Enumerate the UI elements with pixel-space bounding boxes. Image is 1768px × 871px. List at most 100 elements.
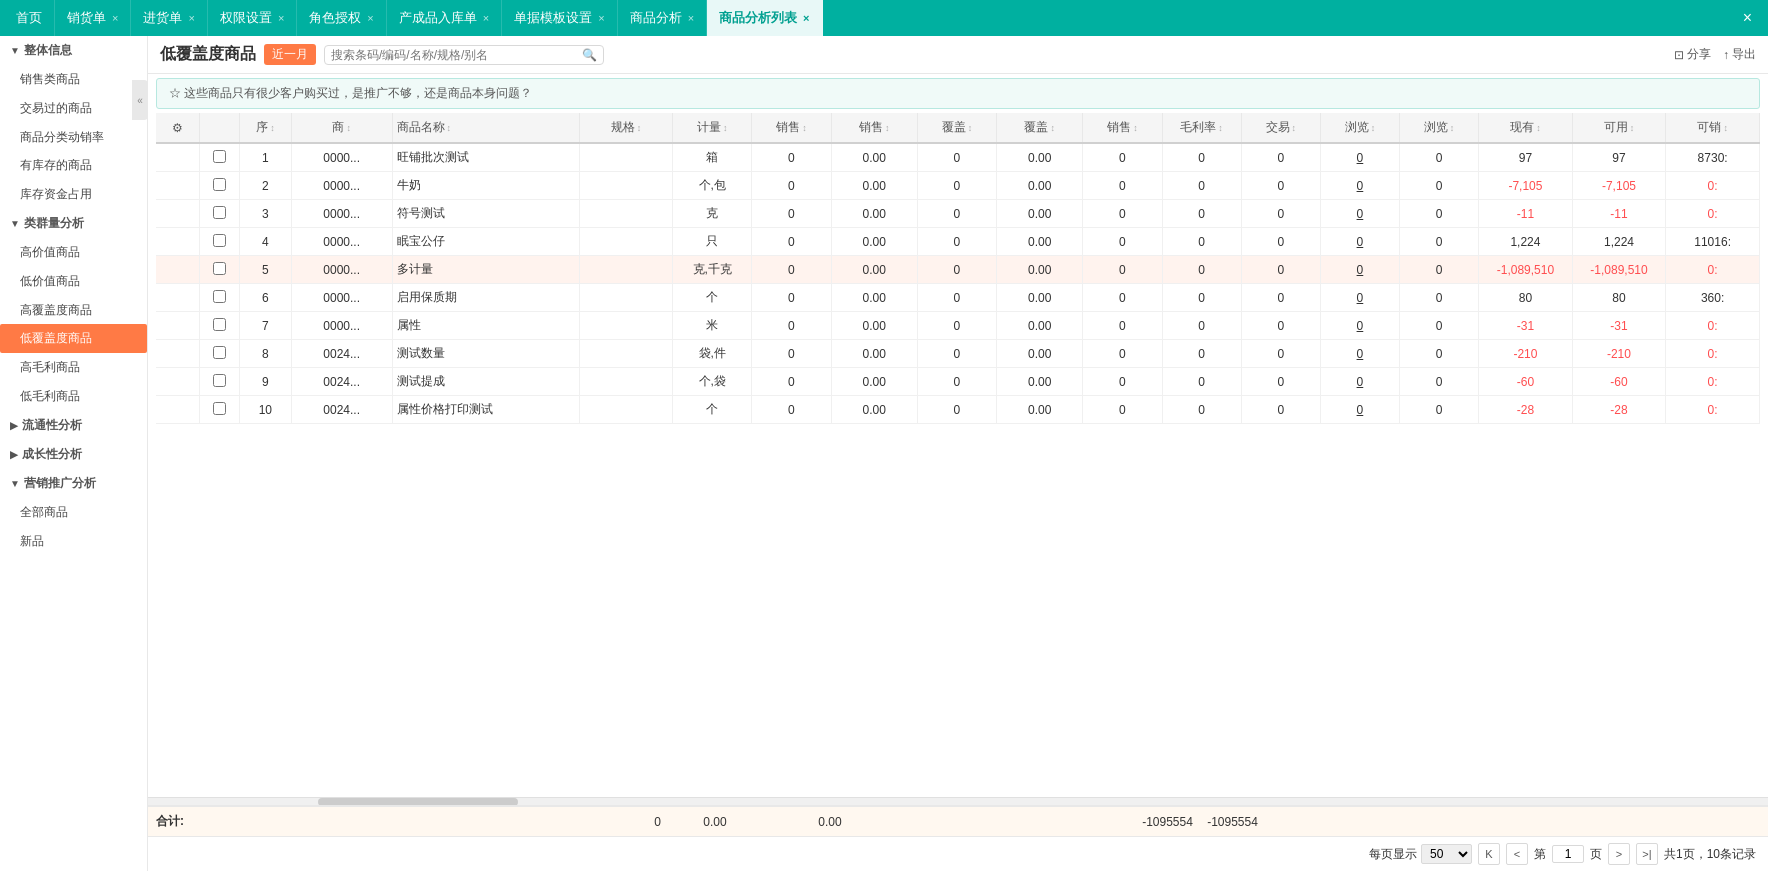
sidebar-section-growth[interactable]: ▶ 成长性分析 bbox=[0, 440, 147, 469]
cell-browse1[interactable]: 0 bbox=[1320, 396, 1399, 424]
nav-tab-template[interactable]: 单据模板设置 × bbox=[502, 0, 617, 36]
cell-code: 0000... bbox=[291, 228, 392, 256]
cell-sellable: 11016: bbox=[1666, 228, 1760, 256]
cell-browse2: 0 bbox=[1400, 396, 1479, 424]
nav-tab-role-close[interactable]: × bbox=[367, 12, 373, 24]
sidebar-item-low-coverage[interactable]: 低覆盖度商品 bbox=[0, 324, 147, 353]
close-all-button[interactable]: × bbox=[1731, 9, 1764, 27]
sidebar-item-low-value[interactable]: 低价值商品 bbox=[0, 267, 147, 296]
sidebar-item-capital[interactable]: 库存资金占用 bbox=[0, 180, 147, 209]
sidebar-section-overall[interactable]: ▼ 整体信息 bbox=[0, 36, 147, 65]
cell-settings bbox=[156, 172, 199, 200]
cell-checkbox[interactable] bbox=[199, 396, 239, 424]
cell-available: -7,105 bbox=[1572, 172, 1666, 200]
sidebar-item-high-value[interactable]: 高价值商品 bbox=[0, 238, 147, 267]
export-button[interactable]: ↑ 导出 bbox=[1723, 46, 1756, 63]
sidebar-section-cluster[interactable]: ▼ 类群量分析 bbox=[0, 209, 147, 238]
search-icon[interactable]: 🔍 bbox=[582, 48, 597, 62]
page-input[interactable] bbox=[1552, 845, 1584, 863]
nav-tab-production-close[interactable]: × bbox=[483, 12, 489, 24]
cell-browse1[interactable]: 0 bbox=[1320, 368, 1399, 396]
nav-tab-sales[interactable]: 销货单 × bbox=[55, 0, 131, 36]
last-page-button[interactable]: >| bbox=[1636, 843, 1658, 865]
sidebar-item-low-margin[interactable]: 低毛利商品 bbox=[0, 382, 147, 411]
page-size-dropdown[interactable]: 50 20 100 bbox=[1421, 844, 1472, 864]
share-button[interactable]: ⊡ 分享 bbox=[1674, 46, 1711, 63]
sidebar-collapse-btn[interactable]: « bbox=[132, 80, 148, 120]
cell-browse1[interactable]: 0 bbox=[1320, 256, 1399, 284]
cell-coverage2: 0.00 bbox=[997, 312, 1083, 340]
sidebar-item-in-stock[interactable]: 有库存的商品 bbox=[0, 151, 147, 180]
cell-sales-amt: 0.00 bbox=[831, 172, 917, 200]
nav-tab-permission[interactable]: 权限设置 × bbox=[208, 0, 297, 36]
nav-tab-role[interactable]: 角色授权 × bbox=[297, 0, 386, 36]
cell-checkbox[interactable] bbox=[199, 368, 239, 396]
prev-page-button[interactable]: < bbox=[1506, 843, 1528, 865]
sidebar-section-flow[interactable]: ▶ 流通性分析 bbox=[0, 411, 147, 440]
nav-tab-purchase[interactable]: 进货单 × bbox=[131, 0, 207, 36]
cell-checkbox[interactable] bbox=[199, 228, 239, 256]
cell-coverage1: 0 bbox=[917, 312, 996, 340]
cell-checkbox[interactable] bbox=[199, 284, 239, 312]
cell-code: 0000... bbox=[291, 312, 392, 340]
cell-sales2: 0 bbox=[1083, 228, 1162, 256]
cell-sellable: 0: bbox=[1666, 172, 1760, 200]
cell-browse1[interactable]: 0 bbox=[1320, 312, 1399, 340]
nav-tab-analysis[interactable]: 商品分析 × bbox=[618, 0, 707, 36]
col-sellable: 可销↕ bbox=[1666, 113, 1760, 143]
cell-browse1[interactable]: 0 bbox=[1320, 284, 1399, 312]
sidebar-item-high-margin[interactable]: 高毛利商品 bbox=[0, 353, 147, 382]
sidebar-item-all-goods[interactable]: 全部商品 bbox=[0, 498, 147, 527]
cell-browse1[interactable]: 0 bbox=[1320, 172, 1399, 200]
section-marketing-arrow: ▼ bbox=[10, 478, 20, 489]
cell-browse1[interactable]: 0 bbox=[1320, 340, 1399, 368]
cell-checkbox[interactable] bbox=[199, 340, 239, 368]
cell-trade: 0 bbox=[1241, 340, 1320, 368]
next-page-button[interactable]: > bbox=[1608, 843, 1630, 865]
nav-tab-sales-close[interactable]: × bbox=[112, 12, 118, 24]
cell-trade: 0 bbox=[1241, 368, 1320, 396]
info-banner: ☆ 这些商品只有很少客户购买过，是推广不够，还是商品本身问题？ bbox=[156, 78, 1760, 109]
col-available: 可用↕ bbox=[1572, 113, 1666, 143]
sidebar-item-sales-goods[interactable]: 销售类商品 bbox=[0, 65, 147, 94]
nav-tab-permission-close[interactable]: × bbox=[278, 12, 284, 24]
nav-tab-home[interactable]: 首页 bbox=[4, 0, 55, 36]
search-input[interactable] bbox=[331, 48, 578, 62]
period-button[interactable]: 近一月 bbox=[264, 44, 316, 65]
cell-current: 1,224 bbox=[1479, 228, 1573, 256]
data-table: ⚙ 序↕ 商↕ 商品名称↕ 规格↕ 计量↕ 销售↕ 销售↕ 覆盖↕ 覆盖↕ 销售… bbox=[156, 113, 1760, 424]
nav-tab-analysis-list-close[interactable]: × bbox=[803, 12, 809, 24]
cell-browse1[interactable]: 0 bbox=[1320, 228, 1399, 256]
cell-unit: 袋,件 bbox=[673, 340, 752, 368]
cell-checkbox[interactable] bbox=[199, 256, 239, 284]
nav-tab-analysis-close[interactable]: × bbox=[688, 12, 694, 24]
page-title: 低覆盖度商品 bbox=[160, 44, 256, 65]
cell-trade: 0 bbox=[1241, 143, 1320, 172]
sidebar-item-traded-goods[interactable]: 交易过的商品 bbox=[0, 94, 147, 123]
horizontal-scrollbar[interactable] bbox=[148, 797, 1768, 805]
nav-tab-production[interactable]: 产成品入库单 × bbox=[387, 0, 502, 36]
sidebar-item-category-rate[interactable]: 商品分类动销率 bbox=[0, 123, 147, 152]
nav-tab-template-close[interactable]: × bbox=[598, 12, 604, 24]
col-settings[interactable]: ⚙ bbox=[156, 113, 199, 143]
sidebar-item-high-coverage[interactable]: 高覆盖度商品 bbox=[0, 296, 147, 325]
nav-tab-purchase-close[interactable]: × bbox=[188, 12, 194, 24]
sidebar-item-new-goods[interactable]: 新品 bbox=[0, 527, 147, 556]
cell-checkbox[interactable] bbox=[199, 200, 239, 228]
cell-browse1[interactable]: 0 bbox=[1320, 200, 1399, 228]
first-page-button[interactable]: K bbox=[1478, 843, 1500, 865]
cell-current: 80 bbox=[1479, 284, 1573, 312]
content-header: 低覆盖度商品 近一月 🔍 ⊡ 分享 ↑ 导出 bbox=[148, 36, 1768, 74]
cell-spec bbox=[579, 284, 673, 312]
nav-tab-analysis-list[interactable]: 商品分析列表 × bbox=[707, 0, 822, 36]
sidebar-section-marketing-items: 全部商品 新品 bbox=[0, 498, 147, 556]
totals-current: -1095554 bbox=[1135, 815, 1200, 829]
cell-checkbox[interactable] bbox=[199, 143, 239, 172]
cell-browse1[interactable]: 0 bbox=[1320, 143, 1399, 172]
cell-sales2: 0 bbox=[1083, 172, 1162, 200]
cell-checkbox[interactable] bbox=[199, 172, 239, 200]
total-info: 共1页，10条记录 bbox=[1664, 846, 1756, 863]
cell-no: 3 bbox=[239, 200, 291, 228]
cell-checkbox[interactable] bbox=[199, 312, 239, 340]
sidebar-section-marketing[interactable]: ▼ 营销推广分析 bbox=[0, 469, 147, 498]
